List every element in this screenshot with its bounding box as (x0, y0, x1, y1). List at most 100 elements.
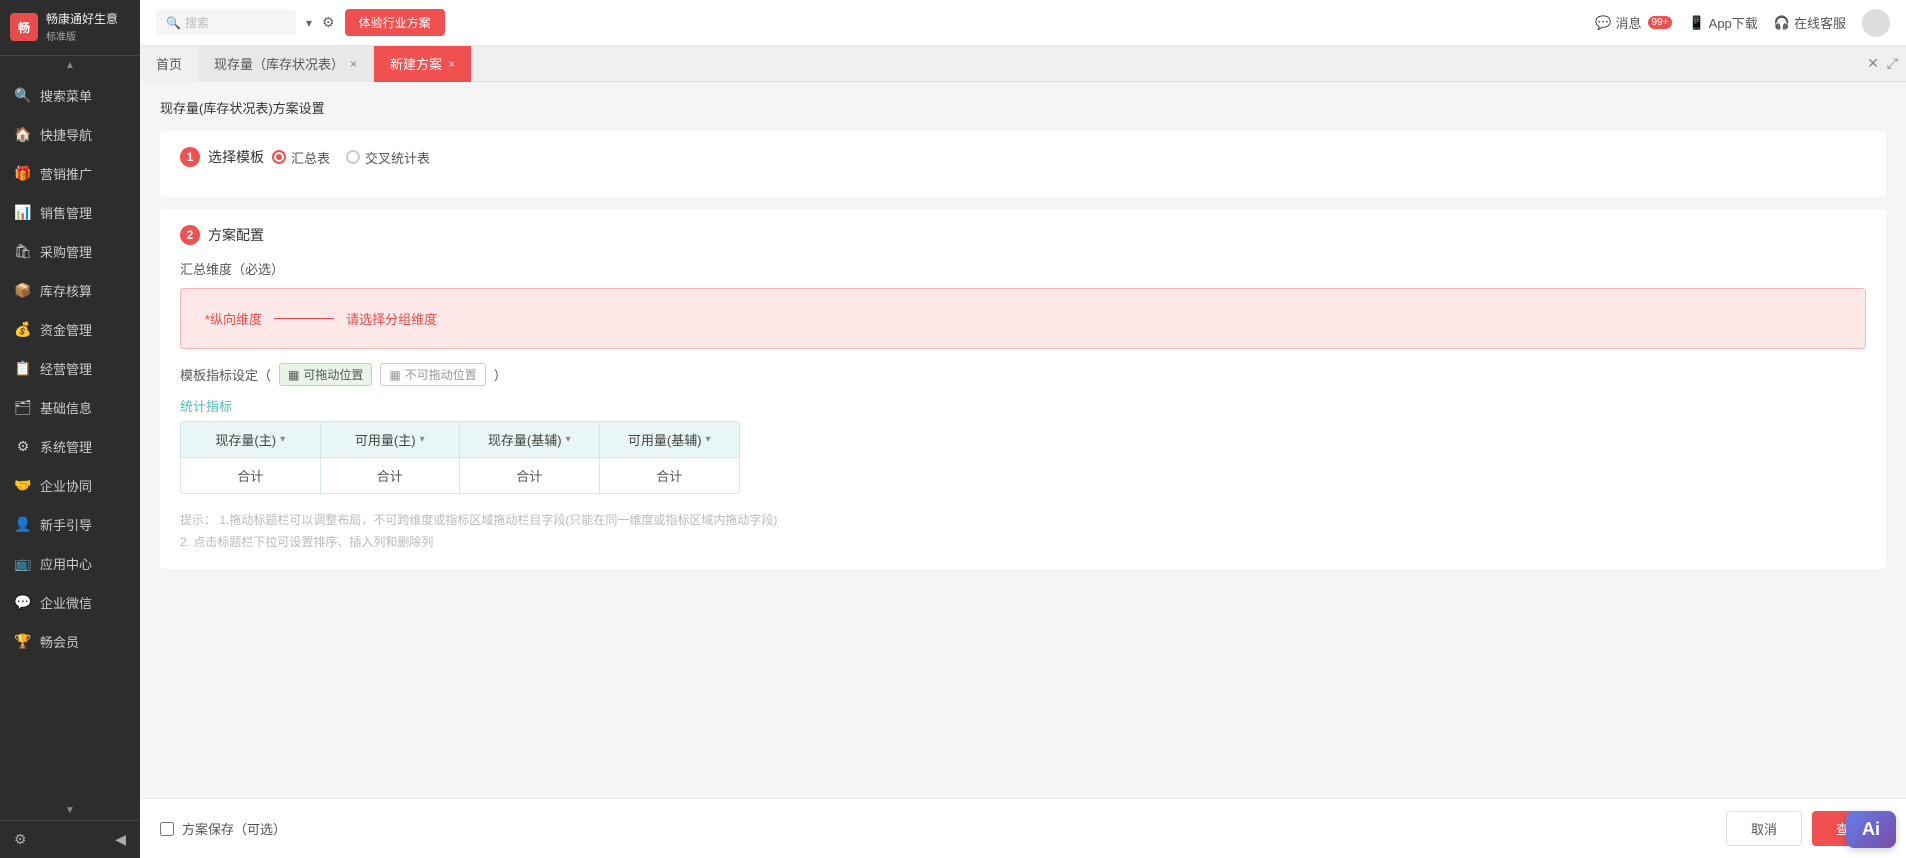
sidebar-item-weixin[interactable]: 💬 企业微信 (0, 583, 140, 622)
col-header-3[interactable]: 可用量(基辅) ▾ (600, 422, 740, 457)
radio-summary-label: 汇总表 (291, 148, 330, 167)
sidebar-item-purchase[interactable]: 🛍 采购管理 (0, 232, 140, 271)
radio-cross-table[interactable]: 交叉统计表 (346, 148, 430, 167)
app-name: 畅康通好生意 (46, 12, 118, 28)
tv-icon: 📺 (14, 554, 32, 572)
radio-summary-table[interactable]: 汇总表 (272, 148, 330, 167)
sidebar-item-basicinfo[interactable]: 🗂 基础信息 (0, 388, 140, 427)
sidebar-scroll-down[interactable]: ▼ (0, 800, 140, 820)
topbar: 🔍 搜索 ▾ ⚙ 体验行业方案 💬 消息 99+ 📱 App下载 🎧 在线客服 (140, 0, 1906, 46)
tab-actions: ✕ ⤢ (1867, 55, 1906, 72)
tab-inventory-label: 现存量（库存状况表） (214, 54, 344, 73)
search-icon: 🔍 (166, 16, 181, 30)
dimension-divider (274, 318, 334, 319)
user-avatar[interactable] (1862, 9, 1890, 37)
save-plan-label: 方案保存（可选） (182, 819, 286, 838)
dimension-placeholder: 请选择分组维度 (346, 309, 437, 328)
no-drag-indicator: ▦ 不可拖动位置 (380, 363, 485, 386)
bag-icon: 🛍 (14, 242, 32, 260)
tip-1: 提示： 1.拖动标题栏可以调整布局，不可跨维度或指标区域拖动栏目字段(只能在同一… (180, 510, 1866, 532)
col-header-0[interactable]: 现存量(主) ▾ (181, 422, 321, 457)
section1-title: 选择模板 (208, 147, 264, 167)
stats-cell-2: 合计 (460, 458, 600, 493)
headset-icon: 🎧 (1774, 15, 1790, 31)
dimension-selection-area[interactable]: *纵向维度 请选择分组维度 (180, 288, 1866, 349)
sidebar-item-label: 畅会员 (40, 632, 79, 651)
topbar-dropdown[interactable]: ▾ (306, 16, 312, 30)
app-download-button[interactable]: 📱 App下载 (1688, 13, 1757, 32)
tab-new-plan[interactable]: 新建方案 × (374, 46, 472, 82)
section1-header: 1 选择模板 汇总表 交叉统计表 (180, 147, 1866, 167)
sidebar-item-member[interactable]: 🏆 畅会员 (0, 622, 140, 661)
app-sub: 标准版 (46, 28, 118, 43)
sidebar-item-inventory[interactable]: 📦 库存核算 (0, 271, 140, 310)
sidebar-scroll-up[interactable]: ▲ (0, 56, 140, 76)
tab-new-plan-label: 新建方案 (390, 54, 442, 73)
sidebar-item-newguide[interactable]: 👤 新手引导 (0, 505, 140, 544)
save-plan-checkbox[interactable] (160, 822, 174, 836)
home-tab-label: 首页 (156, 54, 182, 73)
sidebar-item-operations[interactable]: 📋 经营管理 (0, 349, 140, 388)
col-header-1[interactable]: 可用量(主) ▾ (321, 422, 461, 457)
cancel-button[interactable]: 取消 (1726, 811, 1802, 846)
message-badge: 99+ (1648, 16, 1673, 29)
stats-title: 统计指标 (180, 396, 1866, 415)
sidebar-item-label: 新手引导 (40, 515, 92, 534)
search-box[interactable]: 🔍 搜索 (156, 10, 296, 35)
sidebar-item-label: 应用中心 (40, 554, 92, 573)
draggable-label: 可拖动位置 (303, 366, 363, 383)
stats-cell-1: 合计 (321, 458, 461, 493)
indicator-settings-prefix: 模板指标设定（ (180, 365, 271, 384)
sidebar-item-label: 系统管理 (40, 437, 92, 456)
indicator-settings-suffix: ） (494, 365, 507, 384)
indicator-settings-label: 模板指标设定（ ▦ 可拖动位置 ▦ 不可拖动位置 ） (180, 363, 1866, 386)
col-chevron-2: ▾ (566, 434, 571, 445)
col-header-2[interactable]: 现存量(基辅) ▾ (460, 422, 600, 457)
sidebar-logo: 畅 畅康通好生意 标准版 (0, 0, 140, 56)
search-placeholder: 搜索 (185, 14, 209, 31)
tab-new-plan-close[interactable]: × (448, 57, 455, 71)
sidebar-item-search[interactable]: 🔍 搜索菜单 (0, 76, 140, 115)
page-title: 现存量(库存状况表)方案设置 (160, 98, 1886, 117)
sidebar-item-label: 销售管理 (40, 203, 92, 222)
online-service-button[interactable]: 🎧 在线客服 (1774, 13, 1846, 32)
stats-table-row: 合计 合计 合计 合计 (181, 457, 739, 493)
drag-icon: ▦ (288, 368, 299, 382)
sidebar-item-label: 基础信息 (40, 398, 92, 417)
sidebar-item-finance[interactable]: 💰 资金管理 (0, 310, 140, 349)
ai-badge[interactable]: Ai (1846, 811, 1896, 848)
tab-expand-icon[interactable]: ⤢ (1887, 55, 1898, 72)
sidebar-item-quicknav[interactable]: 🏠 快捷导航 (0, 115, 140, 154)
sidebar-item-label: 资金管理 (40, 320, 92, 339)
tab-close-icon[interactable]: ✕ (1867, 55, 1879, 72)
sidebar-item-label: 搜索菜单 (40, 86, 92, 105)
topbar-gear-icon[interactable]: ⚙ (322, 14, 335, 31)
sidebar-item-system[interactable]: ⚙ 系统管理 (0, 427, 140, 466)
tab-inventory-status[interactable]: 现存量（库存状况表） × (198, 46, 374, 82)
tab-home[interactable]: 首页 (140, 46, 198, 82)
trophy-icon: 🏆 (14, 632, 32, 650)
sidebar-item-appcenter[interactable]: 📺 应用中心 (0, 544, 140, 583)
sidebar-item-cooperation[interactable]: 🤝 企业协同 (0, 466, 140, 505)
footer: 方案保存（可选） 取消 查询 (140, 798, 1906, 858)
settings-icon[interactable]: ⚙ (14, 831, 27, 848)
col-label-0: 现存量(主) (215, 430, 276, 449)
collapse-icon[interactable]: ◀ (115, 831, 126, 848)
sidebar-item-marketing[interactable]: 🎁 营销推广 (0, 154, 140, 193)
stats-cell-0: 合计 (181, 458, 321, 493)
tab-inventory-close[interactable]: × (350, 57, 357, 71)
money-icon: 💰 (14, 320, 32, 338)
sidebar-item-label: 经营管理 (40, 359, 92, 378)
sidebar-item-label: 营销推广 (40, 164, 92, 183)
sidebar-item-sales[interactable]: 📊 销售管理 (0, 193, 140, 232)
phone-icon: 📱 (1688, 15, 1704, 31)
draggable-indicator: ▦ 可拖动位置 (279, 363, 372, 386)
message-icon: 💬 (1595, 15, 1611, 31)
industry-plan-button[interactable]: 体验行业方案 (345, 9, 445, 36)
clipboard-icon: 📋 (14, 359, 32, 377)
search-icon: 🔍 (14, 86, 32, 104)
section-plan-config: 2 方案配置 汇总维度（必选） *纵向维度 请选择分组维度 模板指标设定（ ▦ … (160, 209, 1886, 569)
sidebar-item-label: 企业协同 (40, 476, 92, 495)
sidebar-item-label: 企业微信 (40, 593, 92, 612)
messages-button[interactable]: 💬 消息 99+ (1595, 13, 1672, 32)
